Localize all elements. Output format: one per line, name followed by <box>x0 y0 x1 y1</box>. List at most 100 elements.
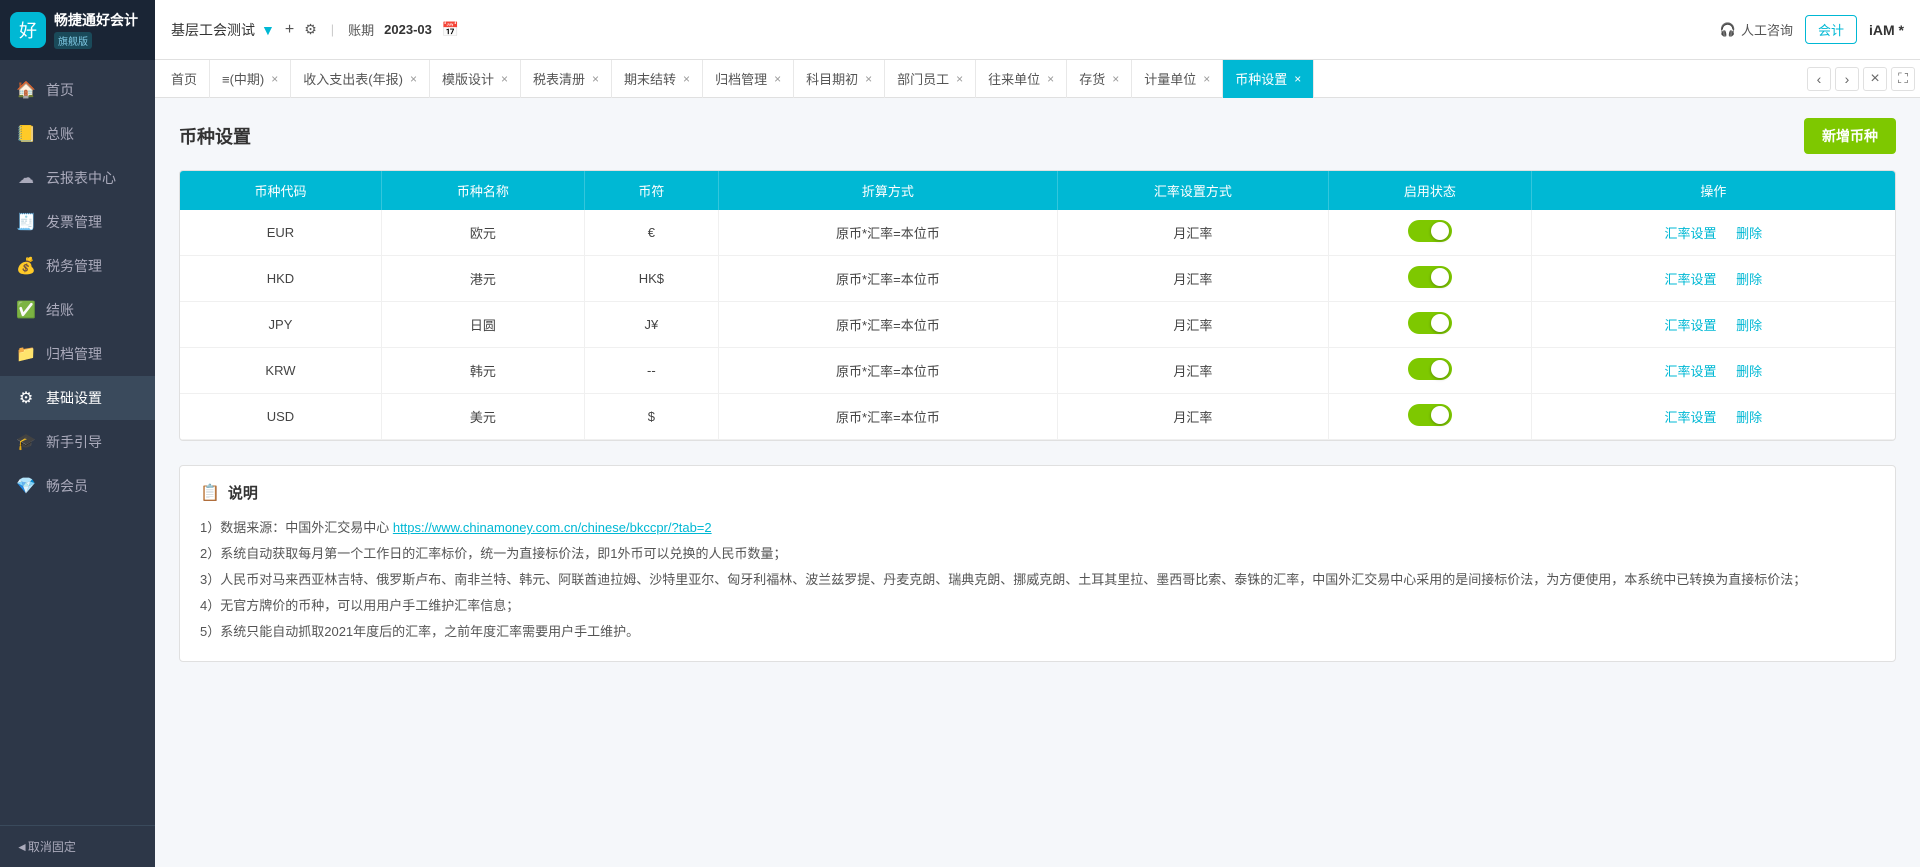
cell-calc: 原币*汇率=本位币 <box>719 256 1058 302</box>
cell-name: 港元 <box>381 256 584 302</box>
toggle-thumb <box>1431 314 1449 332</box>
tab-close-icon[interactable]: × <box>501 72 508 86</box>
rate-settings-link[interactable]: 汇率设置 <box>1665 272 1717 287</box>
tab-expand-icon[interactable]: ⛶ <box>1891 67 1915 91</box>
rate-settings-link[interactable]: 汇率设置 <box>1665 226 1717 241</box>
sidebar-item-checkout[interactable]: ✅ 结账 <box>0 288 155 332</box>
topbar-right: 🎧 人工咨询 会计 iAM * <box>1720 15 1904 44</box>
sidebar-item-archive[interactable]: 📁 归档管理 <box>0 332 155 376</box>
cell-status <box>1328 302 1531 348</box>
sidebar-item-reports[interactable]: ☁ 云报表中心 <box>0 156 155 200</box>
cell-code: KRW <box>180 348 381 394</box>
delete-link[interactable]: 删除 <box>1736 226 1762 241</box>
tab-label: 计量单位 <box>1144 69 1196 88</box>
tab-template[interactable]: 模版设计 × <box>430 60 521 98</box>
cell-symbol: $ <box>584 394 718 440</box>
sidebar-item-guide[interactable]: 🎓 新手引导 <box>0 420 155 464</box>
tab-period[interactable]: ≡(中期) × <box>210 60 291 98</box>
notes-content: 1）数据来源：中国外汇交易中心 https://www.chinamoney.c… <box>200 515 1875 645</box>
tab-close-icon[interactable]: × <box>1294 72 1301 86</box>
rate-settings-link[interactable]: 汇率设置 <box>1665 364 1717 379</box>
toggle-enabled[interactable] <box>1408 266 1452 288</box>
tab-close-icon[interactable]: × <box>410 72 417 86</box>
checkout-icon: ✅ <box>16 300 36 320</box>
toggle-track <box>1408 220 1452 242</box>
notes-item: 4）无官方牌价的币种，可以用用户手工维护汇率信息； <box>200 593 1875 619</box>
tab-prev-arrow[interactable]: ‹ <box>1807 67 1831 91</box>
tab-archive[interactable]: 归档管理 × <box>703 60 794 98</box>
rate-settings-link[interactable]: 汇率设置 <box>1665 318 1717 333</box>
tab-next-arrow[interactable]: › <box>1835 67 1859 91</box>
delete-link[interactable]: 删除 <box>1736 318 1762 333</box>
guide-icon: 🎓 <box>16 432 36 452</box>
calendar-icon[interactable]: 📅 <box>442 21 459 38</box>
sidebar-item-settings[interactable]: ⚙ 基础设置 <box>0 376 155 420</box>
invoice-icon: 🧾 <box>16 212 36 232</box>
tax-icon: 💰 <box>16 256 36 276</box>
col-rate: 汇率设置方式 <box>1057 171 1328 210</box>
accountant-button[interactable]: 会计 <box>1805 15 1857 44</box>
tab-close-icon[interactable]: × <box>683 72 690 86</box>
cell-code: USD <box>180 394 381 440</box>
consult-button[interactable]: 🎧 人工咨询 <box>1720 20 1793 39</box>
delete-link[interactable]: 删除 <box>1736 410 1762 425</box>
tab-subject[interactable]: 科目期初 × <box>794 60 885 98</box>
sidebar-item-label: 发票管理 <box>46 212 102 232</box>
logo-text: 畅捷通好会计 旗舰版 <box>54 11 138 48</box>
tab-close-icon[interactable]: × <box>774 72 781 86</box>
notes-item: 5）系统只能自动抓取2021年度后的汇率，之前年度汇率需要用户手工维护。 <box>200 619 1875 645</box>
tab-close-icon[interactable]: × <box>865 72 872 86</box>
sidebar-item-member[interactable]: 💎 畅会员 <box>0 464 155 508</box>
sidebar-item-tax[interactable]: 💰 税务管理 <box>0 244 155 288</box>
tab-unit[interactable]: 计量单位 × <box>1132 60 1223 98</box>
tab-close-all[interactable]: × <box>1863 67 1887 91</box>
topbar-gear-icon[interactable]: ⚙ <box>304 21 317 38</box>
toggle-thumb <box>1431 360 1449 378</box>
tab-partner[interactable]: 往来单位 × <box>976 60 1067 98</box>
table-row: USD 美元 $ 原币*汇率=本位币 月汇率 汇率设置 删除 <box>180 394 1895 440</box>
sidebar-item-ledger[interactable]: 📒 总账 <box>0 112 155 156</box>
tab-label: 收入支出表(年报) <box>303 69 403 88</box>
cell-calc: 原币*汇率=本位币 <box>719 348 1058 394</box>
tab-inventory[interactable]: 存货 × <box>1067 60 1132 98</box>
toggle-enabled[interactable] <box>1408 358 1452 380</box>
tab-tax[interactable]: 税表清册 × <box>521 60 612 98</box>
tab-close-icon[interactable]: × <box>1047 72 1054 86</box>
currency-table: 币种代码 币种名称 币符 折算方式 汇率设置方式 启用状态 操作 EUR 欧元 … <box>179 170 1896 441</box>
rate-settings-link[interactable]: 汇率设置 <box>1665 410 1717 425</box>
sidebar-footer[interactable]: ◄取消固定 <box>0 825 155 867</box>
company-selector[interactable]: 基层工会测试 ▼ <box>171 20 275 40</box>
tab-label: 往来单位 <box>988 69 1040 88</box>
tab-label: 期末结转 <box>624 69 676 88</box>
toggle-enabled[interactable] <box>1408 404 1452 426</box>
tab-close-icon[interactable]: × <box>592 72 599 86</box>
tab-close-icon[interactable]: × <box>271 72 278 86</box>
sidebar-item-invoice[interactable]: 🧾 发票管理 <box>0 200 155 244</box>
cell-calc: 原币*汇率=本位币 <box>719 210 1058 256</box>
tab-dept[interactable]: 部门员工 × <box>885 60 976 98</box>
notes-link[interactable]: https://www.chinamoney.com.cn/chinese/bk… <box>393 520 712 535</box>
delete-link[interactable]: 删除 <box>1736 364 1762 379</box>
cell-rate-method: 月汇率 <box>1057 210 1328 256</box>
toggle-track <box>1408 266 1452 288</box>
cell-symbol: HK$ <box>584 256 718 302</box>
delete-link[interactable]: 删除 <box>1736 272 1762 287</box>
tab-period-end[interactable]: 期末结转 × <box>612 60 703 98</box>
tab-home[interactable]: 首页 <box>159 60 210 98</box>
notes-item: 3）人民币对马来西亚林吉特、俄罗斯卢布、南非兰特、韩元、阿联酋迪拉姆、沙特里亚尔… <box>200 567 1875 593</box>
tab-currency[interactable]: 币种设置 × <box>1223 60 1314 98</box>
cell-status <box>1328 348 1531 394</box>
tab-close-icon[interactable]: × <box>1112 72 1119 86</box>
tab-income[interactable]: 收入支出表(年报) × <box>291 60 430 98</box>
page-title: 币种设置 <box>179 123 251 149</box>
cell-code: JPY <box>180 302 381 348</box>
cell-name: 欧元 <box>381 210 584 256</box>
tab-close-icon[interactable]: × <box>956 72 963 86</box>
new-currency-button[interactable]: 新增币种 <box>1804 118 1896 154</box>
toggle-enabled[interactable] <box>1408 312 1452 334</box>
headset-icon: 🎧 <box>1720 22 1736 38</box>
topbar-plus[interactable]: + <box>285 21 294 39</box>
toggle-enabled[interactable] <box>1408 220 1452 242</box>
sidebar-item-home[interactable]: 🏠 首页 <box>0 68 155 112</box>
tab-close-icon[interactable]: × <box>1203 72 1210 86</box>
